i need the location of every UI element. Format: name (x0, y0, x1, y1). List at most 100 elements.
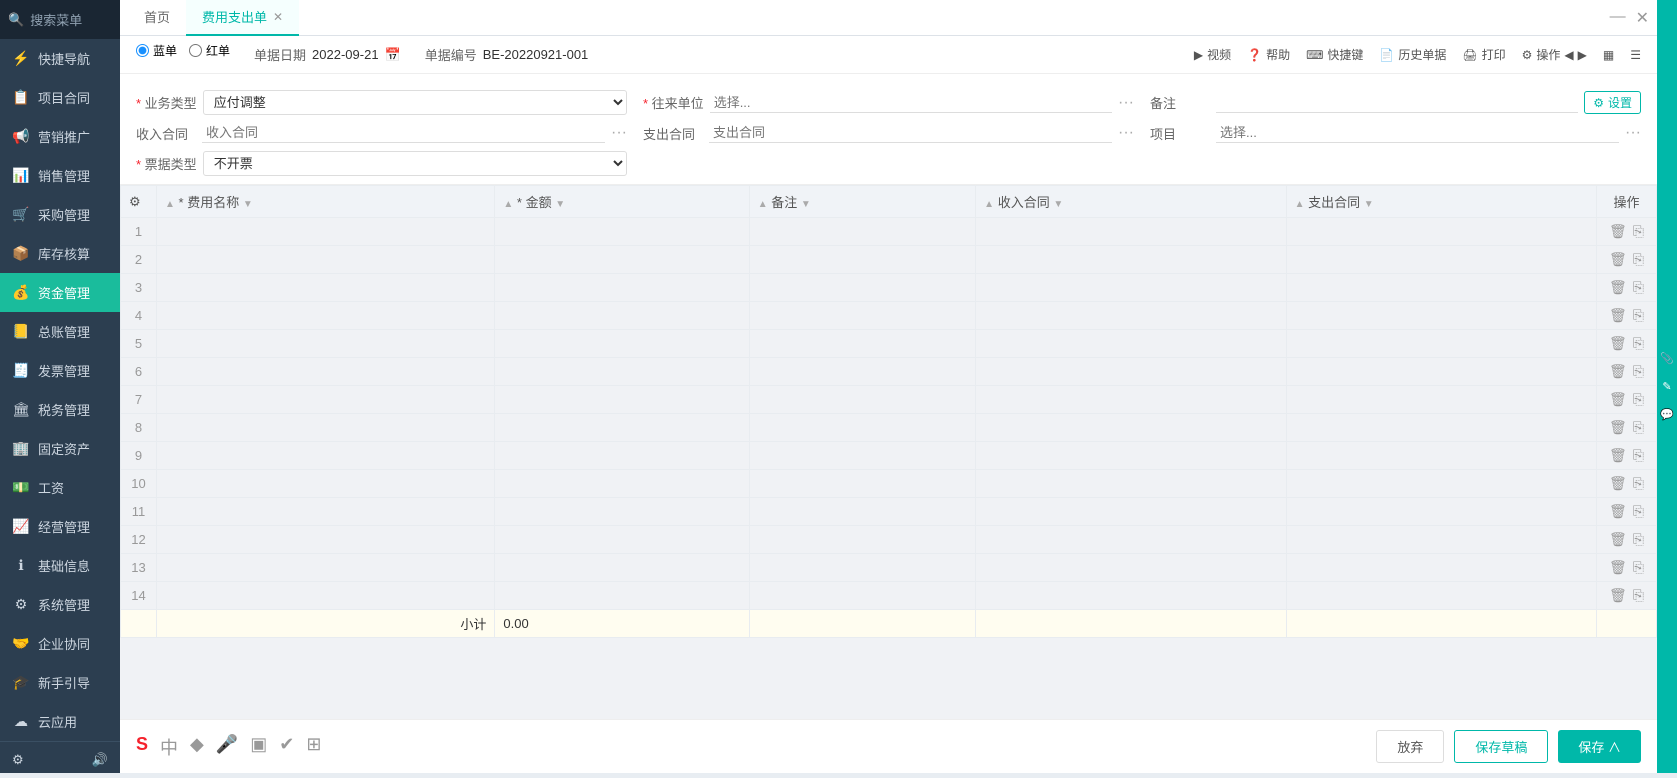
sidebar-item-sys[interactable]: ⚙ 系统管理 (0, 585, 120, 624)
cell-income-contract-14[interactable] (976, 582, 1286, 610)
expense-dots[interactable]: ··· (1118, 124, 1134, 142)
copy-icon-8[interactable]: ⎘ (1633, 419, 1644, 436)
counterpart-input[interactable] (710, 93, 1112, 113)
number-value[interactable]: BE-20220921-001 (483, 47, 589, 62)
cell-expense-name-8[interactable] (157, 414, 495, 442)
delete-icon-13[interactable]: 🗑 (1609, 559, 1627, 576)
sidebar-item-project-contract[interactable]: 📋 项目合同 (0, 78, 120, 117)
cell-note-14[interactable] (749, 582, 975, 610)
cell-expense-name-6[interactable] (157, 358, 495, 386)
cell-income-contract-3[interactable] (976, 274, 1286, 302)
sidebar-item-inventory[interactable]: 📦 库存核算 (0, 234, 120, 273)
discard-button[interactable]: 放弃 (1376, 730, 1444, 763)
cell-expense-contract-5[interactable] (1286, 330, 1596, 358)
cell-expense-name-7[interactable] (157, 386, 495, 414)
cell-note-13[interactable] (749, 554, 975, 582)
cell-amount-10[interactable] (495, 470, 749, 498)
copy-icon-10[interactable]: ⎘ (1633, 475, 1644, 492)
cell-amount-11[interactable] (495, 498, 749, 526)
counterpart-dots[interactable]: ··· (1118, 94, 1134, 112)
footer-icon-dot[interactable]: ◆ (190, 734, 204, 760)
tab-expense[interactable]: 费用支出单 ✕ (186, 0, 299, 36)
cell-expense-name-12[interactable] (157, 526, 495, 554)
sidebar-item-ops[interactable]: 📈 经营管理 (0, 507, 120, 546)
right-panel-icon-3[interactable]: 💬 (1657, 405, 1677, 425)
cell-income-contract-7[interactable] (976, 386, 1286, 414)
cell-amount-6[interactable] (495, 358, 749, 386)
cell-expense-contract-9[interactable] (1286, 442, 1596, 470)
copy-icon-5[interactable]: ⎘ (1633, 335, 1644, 352)
radio-blue[interactable] (136, 44, 149, 57)
cell-expense-contract-2[interactable] (1286, 246, 1596, 274)
volume-icon[interactable]: 🔊 (92, 752, 108, 768)
delete-icon-9[interactable]: 🗑 (1609, 447, 1627, 464)
cell-amount-7[interactable] (495, 386, 749, 414)
cell-expense-name-2[interactable] (157, 246, 495, 274)
footer-icon-grid[interactable]: ⊞ (306, 734, 321, 760)
window-minimize[interactable]: — (1610, 8, 1626, 28)
cell-income-contract-10[interactable] (976, 470, 1286, 498)
help-btn[interactable]: ❓ 帮助 (1247, 46, 1290, 63)
cell-income-contract-1[interactable] (976, 218, 1286, 246)
delete-icon-6[interactable]: 🗑 (1609, 363, 1627, 380)
income-contract-input[interactable] (202, 123, 605, 143)
cell-note-10[interactable] (749, 470, 975, 498)
cell-amount-3[interactable] (495, 274, 749, 302)
cell-note-3[interactable] (749, 274, 975, 302)
cell-amount-5[interactable] (495, 330, 749, 358)
copy-icon-9[interactable]: ⎘ (1633, 447, 1644, 464)
cell-note-7[interactable] (749, 386, 975, 414)
copy-icon-13[interactable]: ⎘ (1633, 559, 1644, 576)
video-btn[interactable]: ▶ 视频 (1194, 46, 1231, 63)
cell-income-contract-12[interactable] (976, 526, 1286, 554)
cell-amount-13[interactable] (495, 554, 749, 582)
sidebar-item-purchase[interactable]: 🛒 采购管理 (0, 195, 120, 234)
cell-note-12[interactable] (749, 526, 975, 554)
invoice-type-select[interactable]: 不开票 (203, 151, 627, 176)
business-type-select[interactable]: 应付调整 (203, 90, 627, 115)
sidebar-item-marketing[interactable]: 📢 营销推广 (0, 117, 120, 156)
expense-contract-input[interactable] (709, 123, 1112, 143)
sidebar-search[interactable]: 🔍 搜索菜单 (0, 0, 120, 39)
cell-expense-contract-14[interactable] (1286, 582, 1596, 610)
cell-expense-name-14[interactable] (157, 582, 495, 610)
footer-icon-mic[interactable]: 🎤 (216, 734, 238, 760)
copy-icon-11[interactable]: ⎘ (1633, 503, 1644, 520)
save-button[interactable]: 保存 ∧ (1558, 730, 1641, 763)
footer-icon-zh[interactable]: 中 (160, 734, 178, 760)
sidebar-item-cloud[interactable]: ☁ 云应用 (0, 702, 120, 741)
delete-icon-1[interactable]: 🗑 (1609, 223, 1627, 240)
draft-button[interactable]: 保存草稿 (1454, 730, 1548, 763)
note-input[interactable] (1216, 93, 1578, 113)
cell-amount-1[interactable] (495, 218, 749, 246)
operation-btn[interactable]: ⚙ 操作 ◀ ▶ (1522, 46, 1587, 63)
sidebar-item-capital[interactable]: 💰 资金管理 (0, 273, 120, 312)
cell-amount-12[interactable] (495, 526, 749, 554)
radio-red-label[interactable]: 红单 (189, 42, 230, 59)
project-dots[interactable]: ··· (1625, 124, 1641, 142)
cell-expense-contract-13[interactable] (1286, 554, 1596, 582)
sidebar-item-guide[interactable]: 🎓 新手引导 (0, 663, 120, 702)
cell-income-contract-2[interactable] (976, 246, 1286, 274)
col-income-contract[interactable]: ▲ 收入合同 ▼ (976, 186, 1286, 218)
grid-view-btn[interactable]: ▦ (1603, 48, 1614, 62)
cell-note-11[interactable] (749, 498, 975, 526)
tab-home[interactable]: 首页 (128, 0, 186, 36)
footer-icon-rec[interactable]: ▣ (250, 734, 267, 760)
delete-icon-2[interactable]: 🗑 (1609, 251, 1627, 268)
cell-income-contract-5[interactable] (976, 330, 1286, 358)
list-view-btn[interactable]: ☰ (1630, 48, 1641, 62)
col-expense-name[interactable]: ▲ * 费用名称 ▼ (157, 186, 495, 218)
col-gear[interactable]: ⚙ (121, 186, 157, 218)
cell-note-4[interactable] (749, 302, 975, 330)
right-panel-icon-1[interactable]: 📎 (1657, 349, 1677, 369)
delete-icon-4[interactable]: 🗑 (1609, 307, 1627, 324)
window-close[interactable]: ✕ (1636, 8, 1649, 28)
cell-income-contract-6[interactable] (976, 358, 1286, 386)
cell-income-contract-11[interactable] (976, 498, 1286, 526)
delete-icon-7[interactable]: 🗑 (1609, 391, 1627, 408)
cell-amount-4[interactable] (495, 302, 749, 330)
calendar-icon[interactable]: 📅 (385, 47, 401, 63)
cell-expense-name-13[interactable] (157, 554, 495, 582)
tab-expense-close[interactable]: ✕ (273, 10, 283, 24)
